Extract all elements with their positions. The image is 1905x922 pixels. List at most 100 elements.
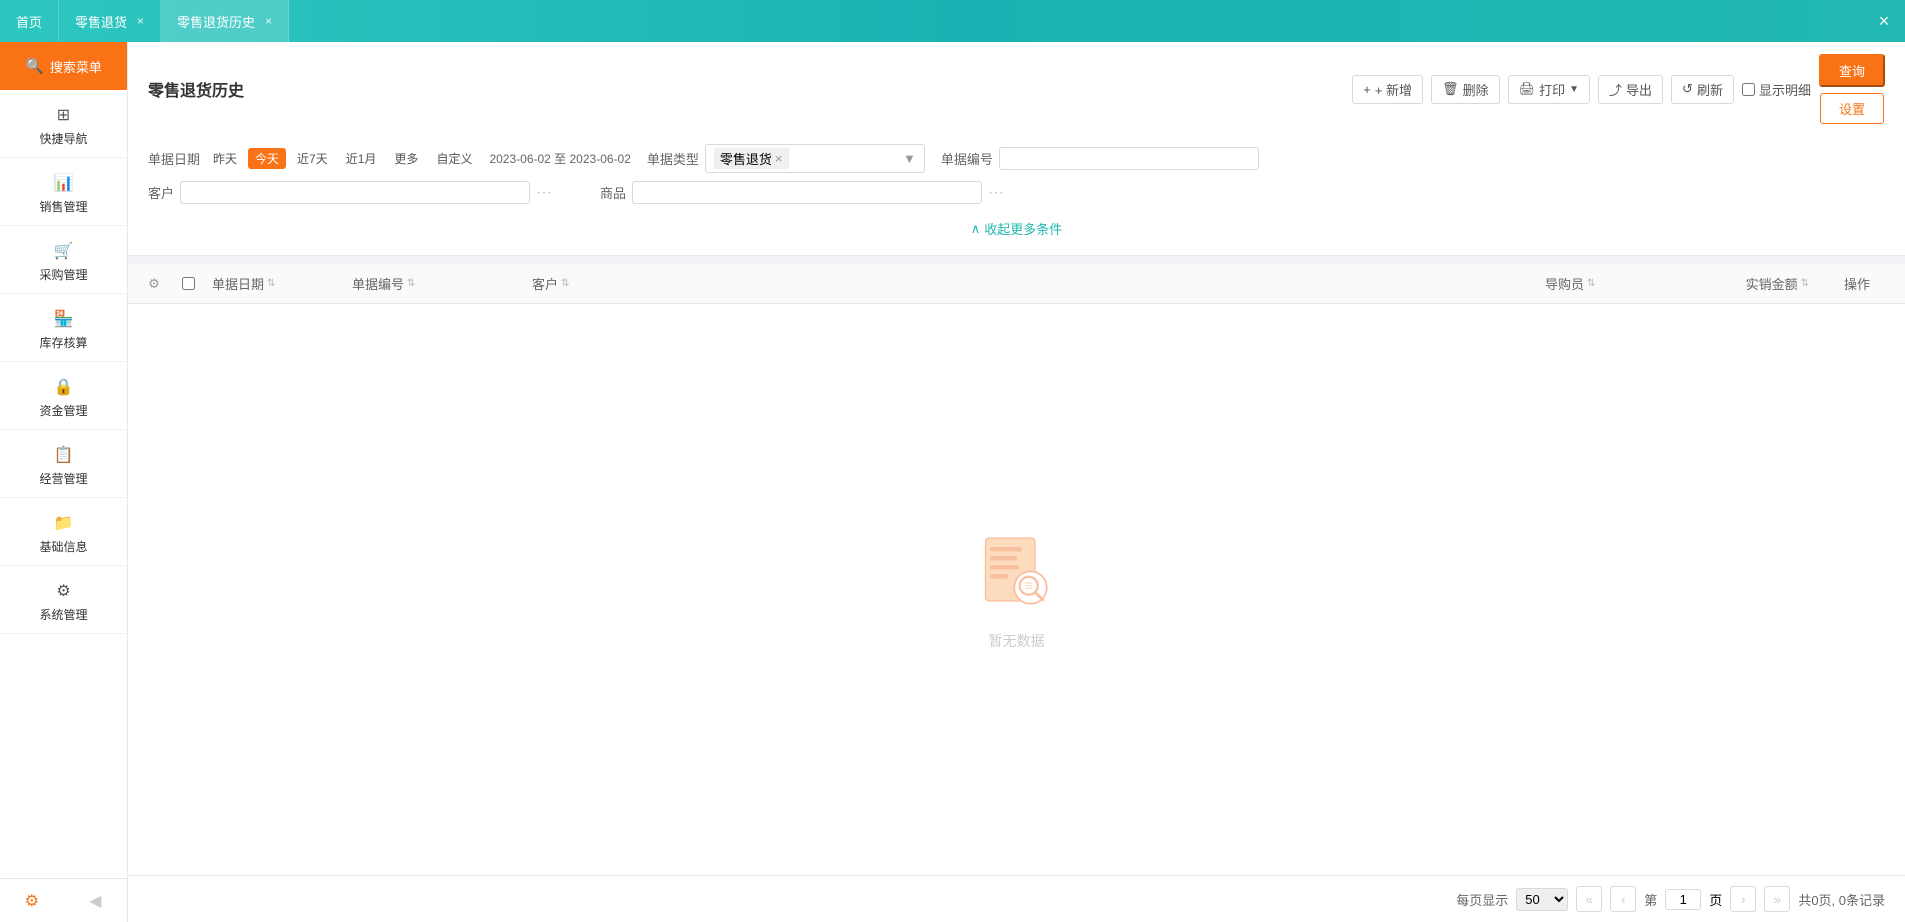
customer-input[interactable]	[180, 181, 530, 204]
th-customer-label: 客户	[532, 274, 558, 293]
display-detail-checkbox[interactable]: 显示明细	[1742, 80, 1811, 99]
table-settings-icon[interactable]: ⚙	[136, 276, 172, 292]
sidebar-search-label: 搜索菜单	[50, 57, 102, 76]
date-btn-1month[interactable]: 近1月	[339, 148, 384, 169]
sort-guide-icon[interactable]: ⇅	[1587, 278, 1595, 289]
page-word: 第	[1644, 890, 1657, 909]
refresh-button[interactable]: ↺ 刷新	[1671, 75, 1734, 104]
last-page-button[interactable]: »	[1764, 886, 1790, 912]
table-select-all[interactable]	[172, 277, 204, 290]
setting-button[interactable]: 设置	[1820, 93, 1884, 124]
refresh-label: 刷新	[1697, 80, 1723, 99]
new-button[interactable]: + + 新增	[1352, 75, 1423, 104]
sort-amount-icon[interactable]: ⇅	[1801, 278, 1809, 289]
page-size-label: 每页显示	[1456, 890, 1508, 909]
bill-type-tag-close[interactable]: ×	[775, 151, 783, 166]
date-filter-label: 单据日期	[148, 149, 200, 168]
th-ops: 操作	[1817, 274, 1897, 293]
bill-no-input[interactable]	[999, 147, 1259, 170]
sidebar-collapse-button[interactable]: ◀	[64, 879, 128, 922]
next-page-button[interactable]: ›	[1730, 886, 1756, 912]
sidebar-item-label-sales: 销售管理	[39, 198, 87, 215]
customer-filter: 客户 ···	[148, 181, 552, 204]
export-button[interactable]: ⤴ 导出	[1598, 75, 1663, 104]
tab-retail-return-close[interactable]: ×	[137, 14, 144, 28]
operations-icon: 📋	[53, 444, 75, 466]
tab-retail-return-history-close[interactable]: ×	[265, 14, 272, 28]
bill-type-tag-label: 零售退货	[720, 149, 772, 168]
sidebar-item-inventory[interactable]: 🏪 库存核算	[0, 294, 127, 362]
print-arrow-icon: ▼	[1569, 84, 1579, 95]
select-all-checkbox[interactable]	[182, 277, 195, 290]
sidebar-item-purchase-mgmt[interactable]: 🛒 采购管理	[0, 226, 127, 294]
collapse-button[interactable]: ∧ 收起更多条件	[959, 216, 1075, 241]
sidebar-item-finance-mgmt[interactable]: 🔒 资金管理	[0, 362, 127, 430]
date-btn-custom[interactable]: 自定义	[429, 148, 479, 169]
window-close-button[interactable]: ×	[1863, 0, 1905, 42]
goods-label: 商品	[600, 183, 626, 202]
date-btn-today[interactable]: 今天	[248, 148, 286, 169]
page-header: 零售退货历史 + + 新增 🗑 删除 🖨 打印 ▼	[128, 42, 1905, 256]
bill-no-filter: 单据编号	[941, 147, 1259, 170]
sidebar-item-system-mgmt[interactable]: ⚙ 系统管理	[0, 566, 127, 634]
content-area: 零售退货历史 + + 新增 🗑 删除 🖨 打印 ▼	[128, 42, 1905, 922]
finance-icon: 🔒	[53, 376, 75, 398]
sidebar-item-quick-nav[interactable]: ⊞ 快捷导航	[0, 90, 127, 158]
sidebar-item-label-system: 系统管理	[39, 606, 87, 623]
goods-input[interactable]	[632, 181, 982, 204]
sidebar-settings-button[interactable]: ⚙	[0, 879, 64, 922]
date-btn-yesterday[interactable]: 昨天	[206, 148, 244, 169]
prev-page-button[interactable]: ‹	[1610, 886, 1636, 912]
th-customer: 客户 ⇅	[524, 274, 1537, 293]
goods-dots[interactable]: ···	[988, 184, 1004, 202]
first-page-button[interactable]: «	[1576, 886, 1602, 912]
customer-dots[interactable]: ···	[536, 184, 552, 202]
display-detail-label: 显示明细	[1759, 80, 1811, 99]
empty-icon	[972, 529, 1062, 619]
query-button[interactable]: 查询	[1819, 54, 1885, 87]
sort-bill-no-icon[interactable]: ⇅	[407, 278, 415, 289]
main-layout: 🔍 搜索菜单 ⊞ 快捷导航 📊 销售管理 🛒 采购管理 🏪 库存核算 🔒 资金管…	[0, 42, 1905, 922]
th-guide: 导购员 ⇅	[1537, 274, 1697, 293]
filter-row-2: 客户 ··· 商品 ···	[148, 181, 1885, 204]
tab-bar: 首页 零售退货 × 零售退货历史 ×	[0, 0, 1863, 42]
sort-date-icon[interactable]: ⇅	[267, 278, 275, 289]
delete-button[interactable]: 🗑 删除	[1431, 75, 1500, 104]
query-label: 查询	[1839, 64, 1865, 79]
sidebar-item-sales-mgmt[interactable]: 📊 销售管理	[0, 158, 127, 226]
tab-retail-return[interactable]: 零售退货 ×	[59, 0, 161, 42]
page-number-input[interactable]	[1665, 889, 1701, 910]
table-header: ⚙ 单据日期 ⇅ 单据编号 ⇅ 客户 ⇅ 导购员 ⇅	[128, 264, 1905, 304]
th-date-label: 单据日期	[212, 274, 264, 293]
bill-type-select[interactable]: 零售退货 × ▼	[705, 144, 925, 173]
th-amount: 实销金额 ⇅	[1697, 274, 1817, 293]
export-label: 导出	[1626, 80, 1652, 99]
bill-type-tag: 零售退货 ×	[714, 148, 789, 169]
sidebar-search[interactable]: 🔍 搜索菜单	[0, 42, 127, 90]
page-size-select[interactable]: 10 20 50 100	[1516, 888, 1568, 911]
sales-icon: 📊	[53, 172, 75, 194]
new-label: + 新增	[1375, 80, 1412, 99]
date-btn-more[interactable]: 更多	[387, 148, 425, 169]
new-icon: +	[1363, 82, 1371, 97]
print-button[interactable]: 🖨 打印 ▼	[1508, 75, 1590, 104]
date-filter: 单据日期 昨天 今天 近7天 近1月 更多 自定义 2023-06-02 至 2…	[148, 148, 631, 169]
system-icon: ⚙	[53, 580, 75, 602]
sidebar-item-label-purchase: 采购管理	[39, 266, 87, 283]
tab-home[interactable]: 首页	[0, 0, 59, 42]
export-icon: ⤴	[1609, 80, 1622, 99]
sidebar-item-label-finance: 资金管理	[39, 402, 87, 419]
delete-icon: 🗑	[1442, 81, 1459, 97]
th-guide-label: 导购员	[1545, 274, 1584, 293]
date-btn-7days[interactable]: 近7天	[290, 148, 335, 169]
sort-customer-icon[interactable]: ⇅	[561, 278, 569, 289]
print-icon: 🖨	[1519, 81, 1536, 97]
tab-retail-return-history[interactable]: 零售退货历史 ×	[161, 0, 289, 42]
page-label: 页	[1709, 890, 1722, 909]
sidebar-item-basic-info[interactable]: 📁 基础信息	[0, 498, 127, 566]
sidebar-item-operations-mgmt[interactable]: 📋 经营管理	[0, 430, 127, 498]
display-detail-input[interactable]	[1742, 83, 1755, 96]
th-ops-label: 操作	[1844, 274, 1870, 293]
filter-row-1: 单据日期 昨天 今天 近7天 近1月 更多 自定义 2023-06-02 至 2…	[148, 144, 1885, 173]
search-icon: 🔍	[25, 57, 44, 75]
